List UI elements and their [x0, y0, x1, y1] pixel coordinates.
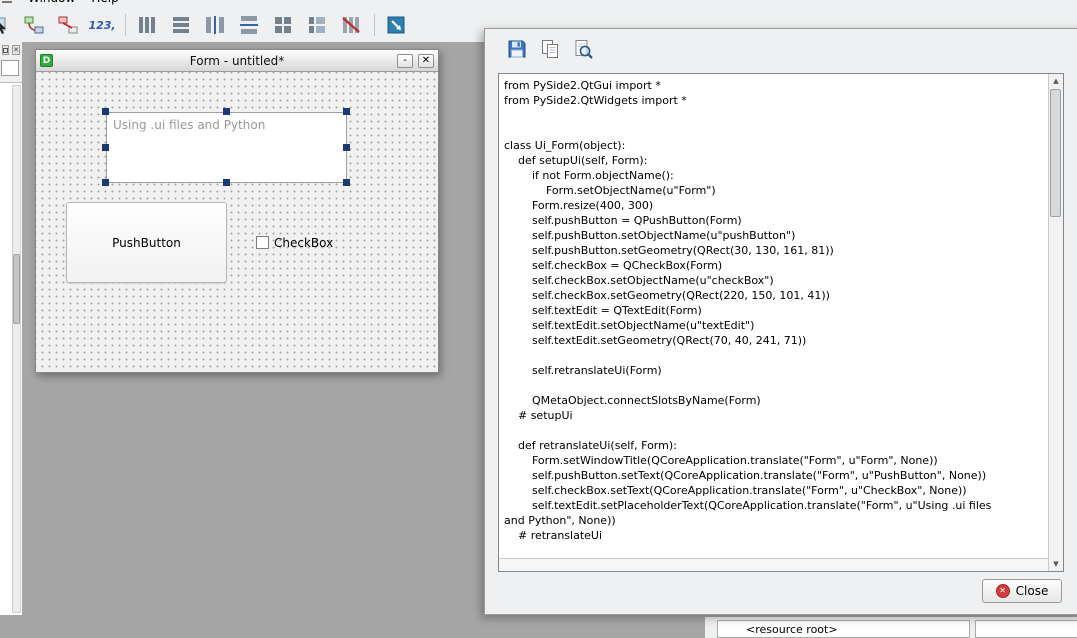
vbars-glyph: [170, 14, 192, 36]
widget-filter-input[interactable]: [1, 60, 19, 76]
code-preview-dialog: from PySide2.QtGui import * from PySide2…: [484, 28, 1077, 615]
selection-handle-middle-left[interactable]: [102, 144, 109, 151]
designer-form-window: D Form - untitled* - ✕ Using .ui files a…: [35, 49, 439, 373]
layout-vertical-icon[interactable]: [168, 12, 194, 38]
textedit-widget[interactable]: Using .ui files and Python: [106, 112, 347, 183]
tab-order-glyph: 123,: [88, 19, 115, 32]
break-layout-glyph: [340, 14, 362, 36]
menu-item-window[interactable]: Window: [28, 0, 75, 5]
hsplit-glyph: [204, 14, 226, 36]
menubar: Window Help: [0, 0, 1077, 8]
selection-handle-top-middle[interactable]: [223, 108, 230, 115]
selection-handle-bottom-left[interactable]: [102, 179, 109, 186]
selection-handle-top-right[interactable]: [343, 108, 350, 115]
qt-designer-screen: { "colors": { "mdi_background": "#a6a6a6…: [0, 0, 1077, 638]
layout-form-icon[interactable]: [304, 12, 330, 38]
float-icon: [3, 48, 8, 53]
grid-glyph: [272, 14, 294, 36]
edit-signals-slots-icon[interactable]: [21, 12, 47, 38]
selection-handle-top-left[interactable]: [102, 108, 109, 115]
form-layout-glyph: [306, 14, 328, 36]
edit-widgets-icon[interactable]: [0, 12, 13, 38]
form-canvas[interactable]: Using .ui files and Python PushButton Ch…: [36, 72, 438, 372]
edit-tab-order-icon[interactable]: 123,: [89, 12, 115, 38]
break-layout-icon[interactable]: [338, 12, 364, 38]
signals-slots-glyph: [23, 14, 45, 36]
toolbar-separator: [374, 14, 375, 36]
code-dialog-toolbar: [485, 29, 1077, 61]
close-button[interactable]: ✕: [418, 54, 434, 68]
widget-box-scrollbar[interactable]: [12, 85, 21, 613]
pushbutton-label: PushButton: [112, 236, 181, 250]
resource-browser-dock: <resource root>: [705, 617, 1077, 638]
checkbox-label: CheckBox: [274, 236, 333, 250]
code-view[interactable]: from PySide2.QtGui import * from PySide2…: [498, 73, 1064, 572]
edit-buddies-icon[interactable]: [55, 12, 81, 38]
resource-tree[interactable]: <resource root>: [717, 620, 970, 638]
close-circle-icon: ✕: [996, 584, 1010, 598]
horizontal-scrollbar[interactable]: [499, 558, 1048, 571]
menu-grip-icon: [2, 0, 12, 5]
close-button-label: Close: [1016, 584, 1049, 598]
magnifier-page-glyph: [572, 38, 594, 60]
pushbutton-widget[interactable]: PushButton: [66, 202, 227, 283]
selection-handle-middle-right[interactable]: [343, 144, 350, 151]
adjust-size-glyph: [385, 14, 407, 36]
resource-root-item[interactable]: <resource root>: [746, 623, 838, 636]
layout-horizontal-splitter-icon[interactable]: [202, 12, 228, 38]
layout-vertical-splitter-icon[interactable]: [236, 12, 262, 38]
form-window-title: Form - untitled*: [36, 54, 438, 68]
floppy-glyph: [506, 38, 528, 60]
selection-handle-bottom-middle[interactable]: [223, 179, 230, 186]
copy-pages-glyph: [539, 38, 561, 60]
toolbar-separator: [125, 14, 126, 36]
dock-close-button[interactable]: ✕: [12, 45, 20, 55]
generated-python-code[interactable]: from PySide2.QtGui import * from PySide2…: [499, 74, 1048, 558]
layout-grid-icon[interactable]: [270, 12, 296, 38]
dialog-close-button[interactable]: ✕ Close: [982, 579, 1062, 603]
scrollbar-thumb[interactable]: [13, 254, 20, 324]
checkbox-box[interactable]: [256, 236, 269, 249]
menu-item-help[interactable]: Help: [91, 0, 118, 5]
designer-form-icon: D: [40, 54, 53, 67]
form-window-titlebar[interactable]: D Form - untitled* - ✕: [36, 50, 438, 72]
widget-box-dock: ✕: [0, 42, 22, 615]
minimize-button[interactable]: -: [397, 54, 413, 68]
scroll-down-icon[interactable]: ▼: [1049, 557, 1063, 571]
selection-handle-bottom-right[interactable]: [343, 179, 350, 186]
copy-icon[interactable]: [538, 37, 562, 61]
scroll-up-icon[interactable]: ▲: [1049, 74, 1063, 88]
adjust-size-icon[interactable]: [383, 12, 409, 38]
find-icon[interactable]: [571, 37, 595, 61]
cursor-widget-glyph: [0, 14, 11, 36]
layout-horizontal-icon[interactable]: [134, 12, 160, 38]
buddies-glyph: [57, 14, 79, 36]
hbars-glyph: [136, 14, 158, 36]
vsplit-glyph: [238, 14, 260, 36]
save-icon[interactable]: [505, 37, 529, 61]
scrollbar-thumb[interactable]: [1050, 89, 1061, 217]
checkbox-widget[interactable]: CheckBox: [256, 222, 357, 263]
dock-float-button[interactable]: [2, 45, 9, 55]
widget-box-list[interactable]: [0, 82, 22, 615]
resource-side-panel[interactable]: [975, 620, 1077, 638]
vertical-scrollbar[interactable]: ▲ ▼: [1048, 74, 1063, 571]
